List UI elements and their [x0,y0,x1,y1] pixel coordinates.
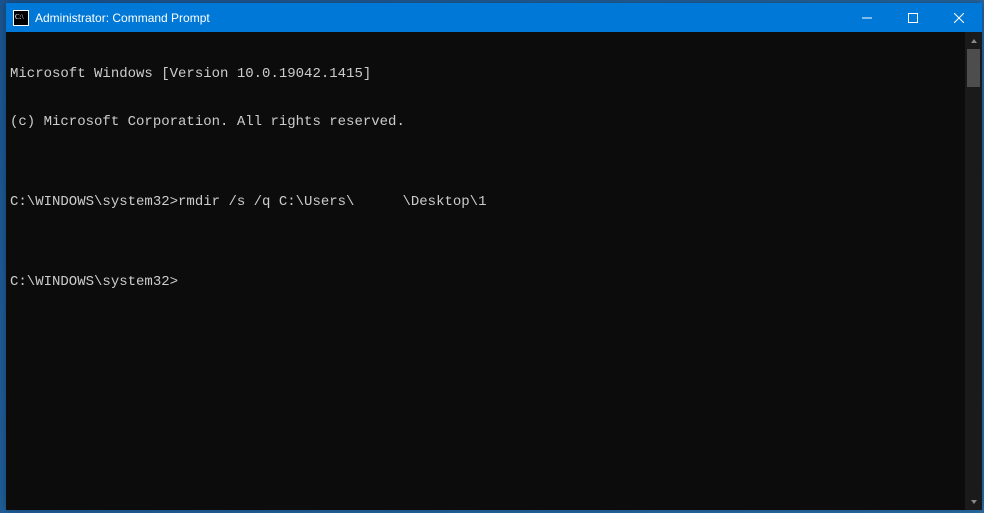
command-post: \Desktop\1 [402,194,486,210]
svg-text:C:\: C:\ [15,13,24,21]
copyright-line: (c) Microsoft Corporation. All rights re… [10,114,965,130]
command-prompt-window: C:\ Administrator: Command Prompt Micros… [6,3,982,510]
redacted-username [354,193,402,207]
command-line: C:\WINDOWS\system32>rmdir /s /q C:\Users… [10,194,965,210]
minimize-button[interactable] [844,3,890,32]
version-line: Microsoft Windows [Version 10.0.19042.14… [10,66,965,82]
titlebar[interactable]: C:\ Administrator: Command Prompt [6,3,982,32]
command-pre: rmdir /s /q C:\Users\ [178,194,354,210]
prompt: C:\WINDOWS\system32> [10,194,178,210]
vertical-scrollbar[interactable] [965,32,982,510]
window-controls [844,3,982,32]
prompt-line: C:\WINDOWS\system32> [10,274,965,290]
scroll-up-button[interactable] [965,32,982,49]
close-button[interactable] [936,3,982,32]
window-title: Administrator: Command Prompt [35,11,844,25]
scroll-down-button[interactable] [965,493,982,510]
terminal-output[interactable]: Microsoft Windows [Version 10.0.19042.14… [6,32,965,510]
scroll-thumb[interactable] [967,49,980,87]
terminal-area: Microsoft Windows [Version 10.0.19042.14… [6,32,982,510]
maximize-button[interactable] [890,3,936,32]
cmd-icon: C:\ [13,10,29,26]
